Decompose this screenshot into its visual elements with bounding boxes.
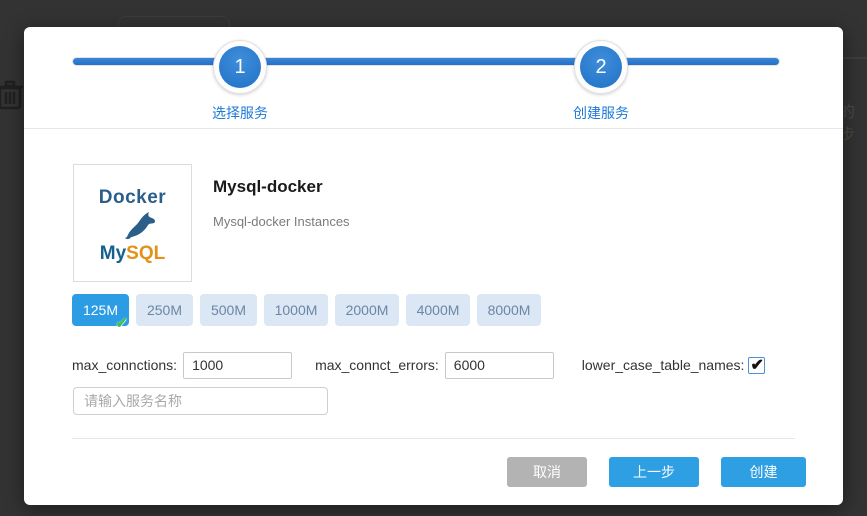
- mysql-logo-my: My: [99, 243, 127, 264]
- footer-divider: [72, 438, 795, 439]
- max-connections-label: max_connctions:: [72, 357, 178, 373]
- progress-track: [72, 57, 780, 66]
- memory-option-8000m[interactable]: 8000M: [477, 294, 541, 326]
- background-clipped-text: 的 步: [844, 101, 867, 149]
- memory-option-500m[interactable]: 500M: [200, 294, 257, 326]
- service-name-input[interactable]: [73, 387, 328, 415]
- step-1-circle[interactable]: 1: [213, 40, 267, 94]
- create-service-modal: 1 2 选择服务 创建服务 Docker MySQL Mysql-docker …: [24, 27, 843, 505]
- memory-option-125m[interactable]: 125M ✔: [72, 294, 129, 332]
- mysql-dolphin-icon: [124, 212, 155, 240]
- memory-option-label: 500M: [210, 302, 247, 318]
- memory-option-2000m[interactable]: 2000M: [335, 294, 399, 326]
- footer-actions: 取消 上一步 创建: [507, 457, 806, 487]
- max-connect-errors-label: max_connct_errors:: [315, 357, 439, 373]
- mysql-logo-text: MySQL: [74, 243, 191, 265]
- selected-check-icon: ✔: [115, 315, 128, 332]
- background-divider-fragment: [843, 57, 867, 59]
- max-connect-errors-input[interactable]: [444, 351, 554, 379]
- memory-option-label: 125M: [82, 302, 119, 318]
- memory-option-label: 2000M: [345, 302, 389, 318]
- background-clipped-text-line2: 步: [844, 127, 856, 144]
- parameters-row: max_connctions: max_connct_errors: lower…: [72, 351, 795, 379]
- step-2-number: 2: [580, 46, 622, 88]
- service-title: Mysql-docker: [213, 177, 323, 196]
- background-clipped-text-line1: 的: [844, 104, 856, 121]
- lower-case-table-names-label: lower_case_table_names:: [581, 357, 745, 373]
- memory-option-4000m[interactable]: 4000M: [406, 294, 470, 326]
- memory-option-label: 4000M: [416, 302, 460, 318]
- service-subtitle: Mysql-docker Instances: [213, 214, 350, 229]
- memory-option-1000m[interactable]: 1000M: [264, 294, 328, 326]
- memory-option-label: 250M: [146, 302, 183, 318]
- memory-option-250m[interactable]: 250M: [136, 294, 193, 326]
- max-connections-input[interactable]: [183, 351, 293, 379]
- previous-step-button[interactable]: 上一步: [609, 457, 699, 487]
- create-button[interactable]: 创建: [721, 457, 806, 487]
- step-2-label: 创建服务: [573, 105, 629, 121]
- memory-option-label: 8000M: [487, 302, 531, 318]
- step-1-label: 选择服务: [212, 105, 268, 121]
- trash-icon: [0, 80, 23, 110]
- progress-bar: [73, 58, 779, 65]
- cancel-button[interactable]: 取消: [507, 457, 587, 487]
- mysql-logo-sql: SQL: [126, 243, 166, 264]
- lower-case-table-names-checkbox[interactable]: ✔: [748, 356, 766, 374]
- memory-options: 125M ✔ 250M 500M 1000M 2000M 4000M 8000M: [72, 294, 541, 332]
- step-2-circle[interactable]: 2: [574, 40, 628, 94]
- step-1-number: 1: [219, 46, 261, 88]
- service-logo: Docker MySQL: [73, 164, 192, 282]
- checkbox-check-icon: ✔: [750, 356, 764, 374]
- wizard-stepper: 1 2 选择服务 创建服务: [24, 27, 843, 129]
- memory-option-label: 1000M: [274, 302, 318, 318]
- docker-logo-text: Docker: [98, 187, 167, 208]
